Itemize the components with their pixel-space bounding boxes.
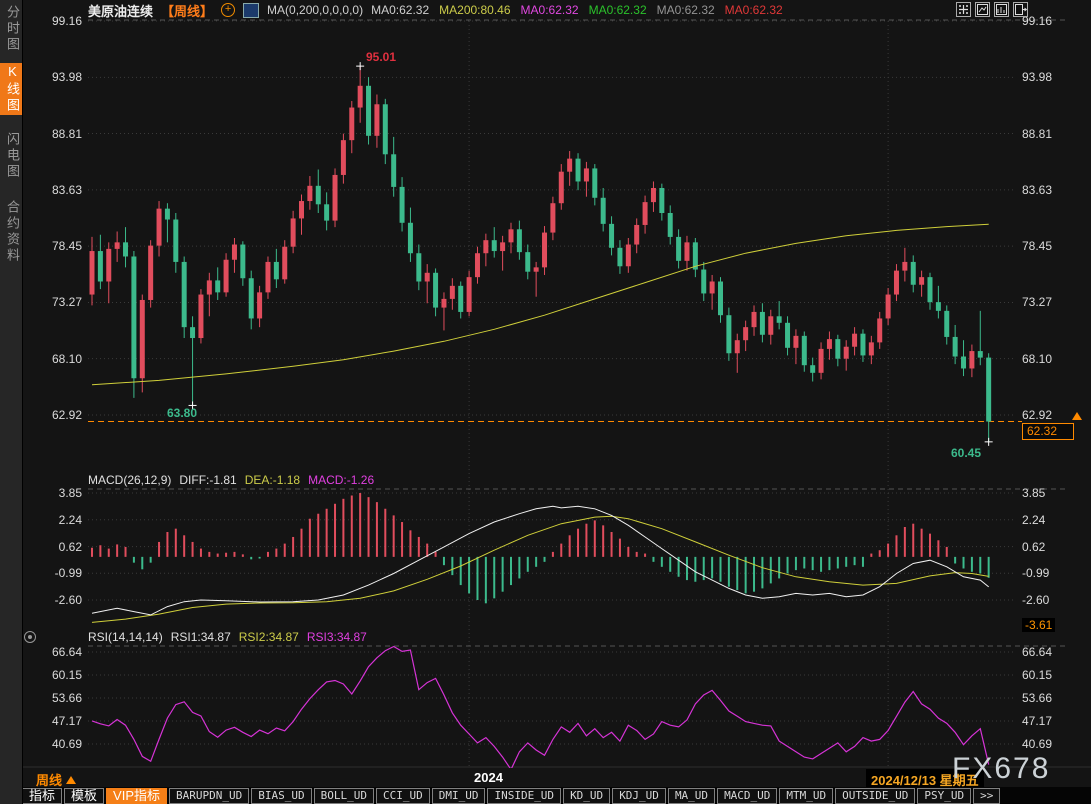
- low-annotation-2: 60.45: [951, 446, 982, 460]
- axis-label: 3.85: [58, 486, 82, 500]
- axis-label: 2.24: [58, 512, 82, 527]
- axis-label: 62.92: [1022, 408, 1053, 422]
- sidebar-item-flash-chart[interactable]: 闪电图: [0, 130, 22, 182]
- axis-label: 93.98: [51, 70, 82, 85]
- ma-value: MA0:62.32: [371, 3, 430, 17]
- axis-label: 73.27: [51, 295, 82, 310]
- pane-toolbar: [956, 2, 1028, 17]
- ma-values: MA0:62.32 MA200:80.46 MA0:62.32 MA0:62.32 MA…: [371, 3, 783, 17]
- expand-pane-icon[interactable]: [1013, 2, 1028, 17]
- period-tag: 【周线】: [161, 3, 214, 19]
- macd-header: MACD(26,12,9) DIFF:-1.81 DEA:-1.18 MACD:…: [88, 473, 374, 487]
- tab-MTM_UD[interactable]: MTM_UD: [779, 788, 834, 804]
- ma-value: MA0:62.32: [520, 3, 579, 17]
- sidebar-item-contract-info[interactable]: 合约资料: [0, 197, 22, 267]
- ma-value: MA200:80.46: [439, 3, 511, 17]
- low-annotation-1: 63.80: [167, 406, 198, 420]
- macd-dea-value: DEA:-1.18: [244, 473, 301, 487]
- tab-PSY_UD[interactable]: PSY_UD: [917, 788, 972, 804]
- axis-label: 62.92: [51, 408, 82, 422]
- chart-header: 美原油连续 【周线】 + MA(0,200,0,0,0,0) MA0:62.32…: [88, 2, 783, 19]
- ma-value: MA0:62.32: [724, 3, 783, 17]
- ma-settings: MA(0,200,0,0,0,0): [267, 3, 364, 17]
- tab-OUTSIDE_UD[interactable]: OUTSIDE_UD: [835, 788, 916, 804]
- rsi-header: RSI(14,14,14) RSI1:34.87 RSI2:34.87 RSI3…: [88, 630, 367, 644]
- chart-type-icon[interactable]: [243, 2, 260, 18]
- axis-label: 88.81: [1022, 126, 1053, 141]
- tab-指标[interactable]: 指标: [22, 788, 63, 804]
- axis-label: 73.27: [1022, 295, 1053, 310]
- macd-value: MACD:-1.26: [308, 473, 375, 487]
- indicator-tab-bar: 指标 模板 VIP指标 BARUPDN_UD BIAS_UD BOLL_UD CCI_UD D…: [22, 787, 1091, 804]
- axis-label: -2.60: [1022, 593, 1050, 607]
- footer-row: 周线 2024 2024/12/13 星期五 FX678: [22, 752, 1091, 790]
- tab-CCI_UD[interactable]: CCI_UD: [375, 788, 430, 804]
- tab->>[interactable]: >>: [973, 788, 1001, 804]
- axis-label: 68.10: [51, 351, 82, 366]
- axis-label: 78.45: [51, 239, 82, 254]
- axis-label: 83.63: [51, 182, 82, 197]
- tab-BOLL_UD[interactable]: BOLL_UD: [313, 788, 374, 804]
- ma-value: MA0:62.32: [656, 3, 715, 17]
- sidebar-item-time-chart[interactable]: 分时图: [0, 3, 22, 55]
- pane-chart-icon[interactable]: [975, 2, 990, 17]
- indicator-cycle-icon[interactable]: [24, 631, 36, 643]
- axis-label: -2.60: [54, 593, 82, 607]
- axis-label: 40.69: [51, 737, 82, 751]
- sidebar-item-kline-chart[interactable]: K线图: [0, 63, 22, 115]
- layout-grid-icon[interactable]: [956, 2, 971, 17]
- caret-up-icon: [66, 775, 77, 784]
- axis-label: 60.15: [51, 668, 82, 682]
- axis-label: 0.62: [58, 539, 82, 554]
- axis-label: -0.99: [1022, 566, 1050, 581]
- add-indicator-icon[interactable]: +: [221, 3, 236, 17]
- axis-label: 47.17: [51, 714, 82, 729]
- axis-label: 3.85: [1022, 486, 1046, 500]
- watermark: FX678: [952, 752, 1051, 785]
- axis-label: -0.99: [54, 566, 82, 581]
- high-annotation: 95.01: [366, 50, 397, 64]
- axis-label: 60.15: [1022, 668, 1053, 682]
- axis-label: 0.62: [1022, 539, 1046, 554]
- axis-label: 66.64: [51, 645, 82, 659]
- axis-label: 40.69: [1022, 737, 1053, 751]
- axis-label: 83.63: [1022, 182, 1053, 197]
- symbol-name: 美原油连续: [88, 3, 154, 19]
- macd-diff-value: DIFF:-1.81: [179, 473, 237, 487]
- ma-value: MA0:62.32: [588, 3, 647, 17]
- tab-模板[interactable]: 模板: [64, 788, 105, 804]
- rsi1-value: RSI1:34.87: [170, 630, 231, 644]
- current-price-tag: 62.32: [1022, 423, 1075, 440]
- tab-BIAS_UD[interactable]: BIAS_UD: [251, 788, 312, 804]
- tab-MA_UD[interactable]: MA_UD: [667, 788, 716, 804]
- axis-label: 68.10: [1022, 351, 1053, 366]
- axis-label: 47.17: [1022, 714, 1053, 729]
- axis-label: 2.24: [1022, 512, 1046, 527]
- sidebar: 分时图 K线图 闪电图 合约资料: [0, 0, 23, 804]
- tab-BARUPDN_UD[interactable]: BARUPDN_UD: [169, 788, 250, 804]
- tab-KDJ_UD[interactable]: KDJ_UD: [612, 788, 666, 804]
- axis-label: 93.98: [1022, 70, 1053, 85]
- rsi3-value: RSI3:34.87: [306, 630, 367, 644]
- tab-INSIDE_UD[interactable]: INSIDE_UD: [487, 788, 562, 804]
- tab-MACD_UD[interactable]: MACD_UD: [717, 788, 778, 804]
- axis-label: 88.81: [51, 126, 82, 141]
- tab-DMI_UD[interactable]: DMI_UD: [431, 788, 486, 804]
- macd-title: MACD(26,12,9): [88, 473, 172, 487]
- pane-chart-alt-icon[interactable]: [994, 2, 1009, 17]
- tab-VIP指标[interactable]: VIP指标: [106, 788, 167, 804]
- axis-label: 78.45: [1022, 239, 1053, 254]
- tab-KD_UD[interactable]: KD_UD: [563, 788, 611, 804]
- axis-label: 99.16: [51, 14, 82, 28]
- axis-label: 53.66: [51, 691, 82, 706]
- rsi2-value: RSI2:34.87: [238, 630, 299, 644]
- rsi-title: RSI(14,14,14): [88, 630, 163, 644]
- price-arrow-up-icon: [1072, 412, 1082, 420]
- axis-label: -3.61: [1022, 618, 1056, 632]
- axis-label: 66.64: [1022, 645, 1053, 659]
- x-axis-year-label: 2024: [474, 770, 503, 785]
- trading-app-window: 99.16 99.16 93.98 93.98 88.81 88.81 83.63 83.63…: [0, 0, 1091, 804]
- axis-label: 53.66: [1022, 691, 1053, 706]
- chart-canvas[interactable]: [0, 0, 1091, 804]
